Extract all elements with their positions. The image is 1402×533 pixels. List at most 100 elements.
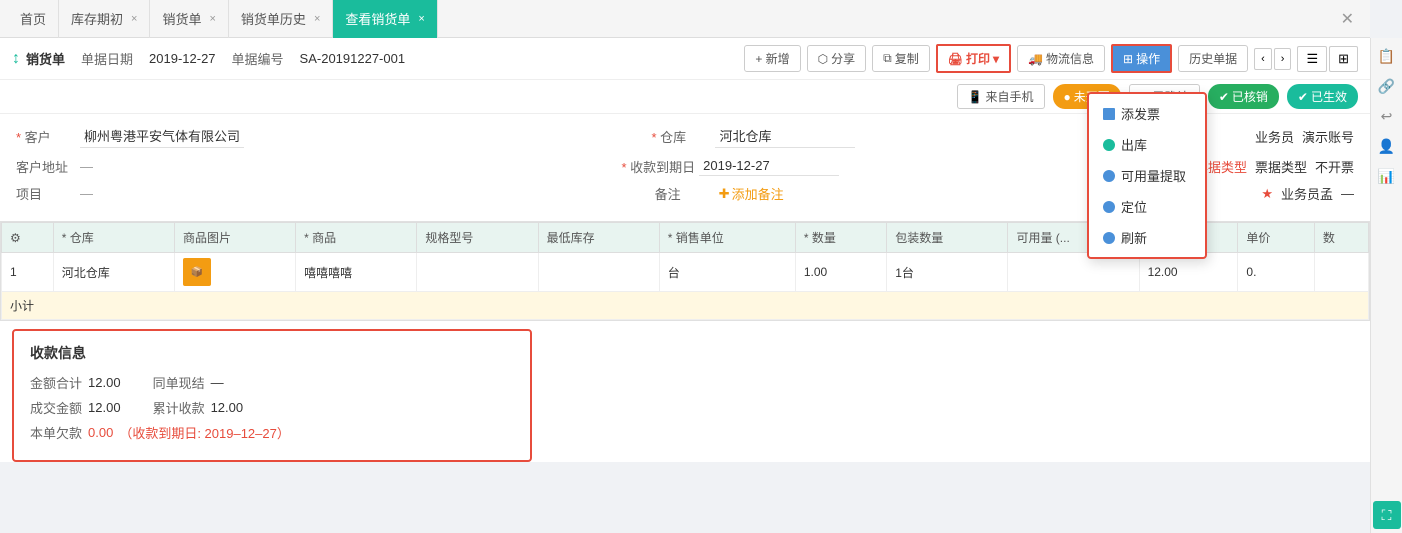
tab-sales-label: 销货单	[162, 9, 201, 28]
from-phone-button[interactable]: 📱 来自手机	[957, 84, 1045, 109]
col-gear: ⚙	[2, 223, 54, 253]
tab-sales-history-label: 销货单历史	[241, 9, 306, 28]
window-close-button[interactable]: ✕	[1333, 5, 1362, 33]
tab-bar: 首页 库存期初 × 销货单 × 销货单历史 × 查看销货单 × ✕	[0, 0, 1370, 38]
dropdown-refresh[interactable]: 刷新	[1089, 222, 1205, 253]
add-invoice-icon	[1103, 108, 1115, 120]
tab-home-label: 首页	[20, 9, 46, 28]
from-phone-label: 来自手机	[985, 88, 1033, 105]
add-button[interactable]: + 新增	[744, 45, 800, 72]
cancel-button[interactable]: ✔ 已核销	[1208, 84, 1279, 109]
biz-person-label: ★	[1261, 186, 1273, 202]
locate-label: 定位	[1121, 197, 1147, 216]
date-value: 2019-12-27	[149, 51, 216, 66]
sidebar-icon-2[interactable]: 🔗	[1373, 72, 1401, 100]
payment-row-1: 金额合计 12.00 同单现结 —	[30, 373, 514, 392]
effective-label: 已生效	[1311, 88, 1347, 105]
add-invoice-label: 添发票	[1121, 104, 1160, 123]
due-date-note: （收款到期日: 2019–12–27）	[119, 423, 290, 442]
same-order-label: 同单现结	[153, 373, 205, 392]
tab-check-sales[interactable]: 查看销货单 ×	[333, 0, 437, 38]
logistics-button[interactable]: 🚚 物流信息	[1017, 45, 1105, 72]
locate-icon	[1103, 201, 1115, 213]
salesperson-label: 业务员	[1255, 127, 1294, 146]
warehouse-value[interactable]: 河北仓库	[715, 124, 855, 148]
sidebar-icon-3[interactable]: ↩	[1373, 102, 1401, 130]
customer-value[interactable]: 柳州粤港平安气体有限公司	[80, 124, 244, 148]
operate-label: 操作	[1136, 50, 1160, 67]
refresh-label: 刷新	[1121, 228, 1147, 247]
operate-button[interactable]: ⊞ 操作	[1111, 44, 1172, 73]
prev-button[interactable]: ‹	[1254, 48, 1272, 70]
history-label: 历史单据	[1189, 50, 1237, 67]
tab-sales[interactable]: 销货单 ×	[150, 0, 228, 38]
transaction-field: 成交金额 12.00	[30, 398, 121, 417]
copy-button[interactable]: ⧉ 复制	[872, 45, 930, 72]
owed-label: 本单欠款	[30, 423, 82, 442]
tab-inventory-close[interactable]: ×	[131, 13, 137, 25]
payment-section: 收款信息 金额合计 12.00 同单现结 — 成交金额 12.00	[12, 329, 532, 462]
not-open-icon: ●	[1064, 90, 1071, 104]
tab-sales-close[interactable]: ×	[209, 13, 215, 25]
doc-icon: ↕	[12, 50, 20, 68]
tab-home[interactable]: 首页	[8, 0, 59, 38]
tab-sales-history-close[interactable]: ×	[314, 13, 320, 25]
payment-date-label: 收款到期日	[621, 157, 695, 176]
warehouse-label: 仓库	[651, 127, 711, 146]
amount-value: 12.00	[88, 375, 121, 390]
share-button[interactable]: ⬡ 分享	[807, 45, 867, 72]
list-view-button[interactable]: ☰	[1297, 46, 1327, 72]
payment-date-value[interactable]: 2019-12-27	[699, 156, 839, 176]
dropdown-locate[interactable]: 定位	[1089, 191, 1205, 222]
effective-button[interactable]: ✔ 已生效	[1287, 84, 1358, 109]
tab-inventory[interactable]: 库存期初 ×	[59, 0, 150, 38]
cell-seq: 1	[2, 253, 54, 292]
cancel-check-icon: ✔	[1219, 90, 1229, 104]
same-order-field: 同单现结 —	[153, 373, 224, 392]
sidebar-icon-1[interactable]: 📋	[1373, 42, 1401, 70]
history-button[interactable]: 历史单据	[1178, 45, 1248, 72]
next-button[interactable]: ›	[1274, 48, 1292, 70]
tab-inventory-label: 库存期初	[71, 9, 123, 28]
project-label: 项目	[16, 184, 76, 203]
salesperson-value: 演示账号	[1302, 127, 1354, 146]
document-title-area: ↕ 销货单	[12, 49, 65, 68]
copy-label: 复制	[895, 50, 919, 67]
accumulated-value: 12.00	[211, 400, 244, 415]
add-note-label: 添加备注	[732, 184, 784, 203]
amount-label: 金额合计	[30, 373, 82, 392]
ticket-type-value: 不开票	[1315, 157, 1354, 176]
sidebar-icon-expand[interactable]: ⛶	[1373, 501, 1401, 529]
grid-view-button[interactable]: ⊞	[1329, 46, 1358, 72]
app-container: 首页 库存期初 × 销货单 × 销货单历史 × 查看销货单 × ✕	[0, 0, 1402, 533]
plus-icon: ✚	[719, 186, 730, 202]
col-pkg-qty: 包装数量	[887, 223, 1008, 253]
subtotal-row: 小计	[2, 292, 1369, 320]
customer-field: 客户 柳州粤港平安气体有限公司	[16, 124, 619, 148]
owed-value: 0.00	[88, 425, 113, 440]
col-img: 商品图片	[174, 223, 295, 253]
print-button[interactable]: 🖨 打印 ▾	[936, 44, 1011, 73]
gear-icon: ⚙	[10, 231, 21, 245]
transaction-label: 成交金额	[30, 398, 82, 417]
cell-img: 📦	[174, 253, 295, 292]
tab-check-sales-close[interactable]: ×	[418, 13, 424, 25]
copy-icon: ⧉	[883, 51, 892, 66]
dropdown-add-invoice[interactable]: 添发票	[1089, 98, 1205, 129]
sidebar-icon-4[interactable]: 👤	[1373, 132, 1401, 160]
number-label: 单据编号	[232, 49, 284, 68]
col-min-stock: 最低库存	[538, 223, 659, 253]
cancel-label: 已核销	[1232, 88, 1268, 105]
tab-sales-history[interactable]: 销货单历史 ×	[229, 0, 333, 38]
dropdown-available-qty[interactable]: 可用量提取	[1089, 160, 1205, 191]
sidebar-icon-5[interactable]: 📊	[1373, 162, 1401, 190]
cell-product: 嘻嘻嘻嘻	[296, 253, 417, 292]
product-image: 📦	[183, 258, 211, 286]
available-qty-icon	[1103, 170, 1115, 182]
customer-label: 客户	[16, 127, 76, 146]
add-note-button[interactable]: ✚ 添加备注	[719, 184, 784, 203]
cell-unit: 台	[659, 253, 795, 292]
available-qty-label: 可用量提取	[1121, 166, 1186, 185]
operate-grid-icon: ⊞	[1123, 52, 1133, 66]
dropdown-outbound[interactable]: 出库	[1089, 129, 1205, 160]
